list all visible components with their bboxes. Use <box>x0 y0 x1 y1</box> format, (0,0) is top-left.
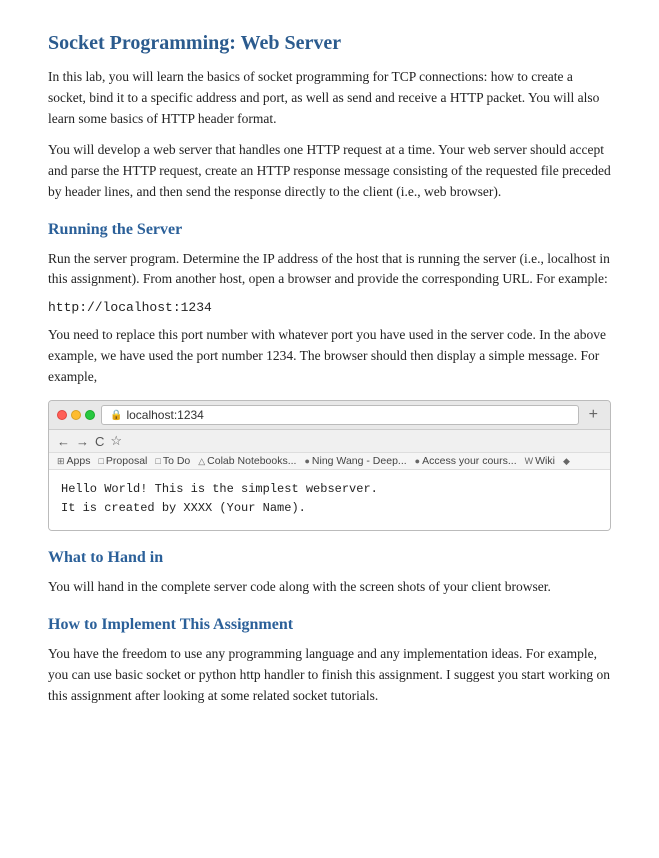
apps-bookmark-icon: ⊞ <box>57 456 65 467</box>
browser-mockup: 🔒 localhost:1234 + ← → C ☆ ⊞ Apps □ Prop… <box>48 400 611 531</box>
page-title: Socket Programming: Web Server <box>48 32 611 55</box>
bookmark-colab: △ Colab Notebooks... <box>198 455 296 467</box>
section-heading-running: Running the Server <box>48 221 611 239</box>
browser-nav-bar: ← → C ☆ <box>49 430 610 453</box>
nav-refresh-button[interactable]: C <box>95 434 104 449</box>
bookmark-extra: ◆ <box>563 456 570 467</box>
bookmark-wiki-label: Wiki <box>535 455 555 467</box>
address-text: localhost:1234 <box>126 408 203 422</box>
ning-bookmark-icon: ● <box>304 456 309 466</box>
intro-paragraph-2: You will develop a web server that handl… <box>48 140 611 203</box>
bookmark-access-label: Access your cours... <box>422 455 517 467</box>
access-bookmark-icon: ● <box>415 456 420 466</box>
extra-bookmark-icon: ◆ <box>563 456 570 467</box>
maximize-window-dot <box>85 410 95 420</box>
proposal-bookmark-icon: □ <box>98 456 103 466</box>
browser-traffic-lights <box>57 410 95 420</box>
nav-home-button[interactable]: ☆ <box>110 433 122 449</box>
close-window-dot <box>57 410 67 420</box>
running-paragraph-2: You need to replace this port number wit… <box>48 325 611 388</box>
browser-content-line-1: Hello World! This is the simplest webser… <box>61 480 598 499</box>
nav-back-button[interactable]: ← <box>57 434 70 449</box>
minimize-window-dot <box>71 410 81 420</box>
bookmark-proposal: □ Proposal <box>98 455 147 467</box>
bookmark-apps: ⊞ Apps <box>57 455 90 467</box>
bookmark-apps-label: Apps <box>67 455 91 467</box>
bookmark-proposal-label: Proposal <box>106 455 147 467</box>
section-heading-hand-in: What to Hand in <box>48 549 611 567</box>
hand-in-paragraph-1: You will hand in the complete server cod… <box>48 577 611 598</box>
bookmark-ning: ● Ning Wang - Deep... <box>304 455 406 467</box>
url-example: http://localhost:1234 <box>48 300 611 315</box>
implement-paragraph-1: You have the freedom to use any programm… <box>48 644 611 707</box>
browser-content: Hello World! This is the simplest webser… <box>49 470 610 530</box>
nav-forward-button[interactable]: → <box>76 434 89 449</box>
bookmark-ning-label: Ning Wang - Deep... <box>312 455 407 467</box>
bookmark-wiki: W Wiki <box>525 455 555 467</box>
browser-bookmarks-bar: ⊞ Apps □ Proposal □ To Do △ Colab Notebo… <box>49 453 610 470</box>
bookmark-todo-label: To Do <box>163 455 190 467</box>
browser-address-bar[interactable]: 🔒 localhost:1234 <box>101 405 579 425</box>
intro-paragraph-1: In this lab, you will learn the basics o… <box>48 67 611 130</box>
lock-icon: 🔒 <box>110 410 122 421</box>
colab-bookmark-icon: △ <box>198 456 205 467</box>
section-heading-implement: How to Implement This Assignment <box>48 616 611 634</box>
todo-bookmark-icon: □ <box>155 456 160 466</box>
bookmark-todo: □ To Do <box>155 455 190 467</box>
new-tab-button[interactable]: + <box>585 406 602 424</box>
browser-titlebar: 🔒 localhost:1234 + <box>49 401 610 430</box>
browser-content-line-2: It is created by XXXX (Your Name). <box>61 499 598 518</box>
wiki-bookmark-icon: W <box>525 456 534 466</box>
bookmark-colab-label: Colab Notebooks... <box>207 455 296 467</box>
running-paragraph-1: Run the server program. Determine the IP… <box>48 249 611 291</box>
bookmark-access: ● Access your cours... <box>415 455 517 467</box>
